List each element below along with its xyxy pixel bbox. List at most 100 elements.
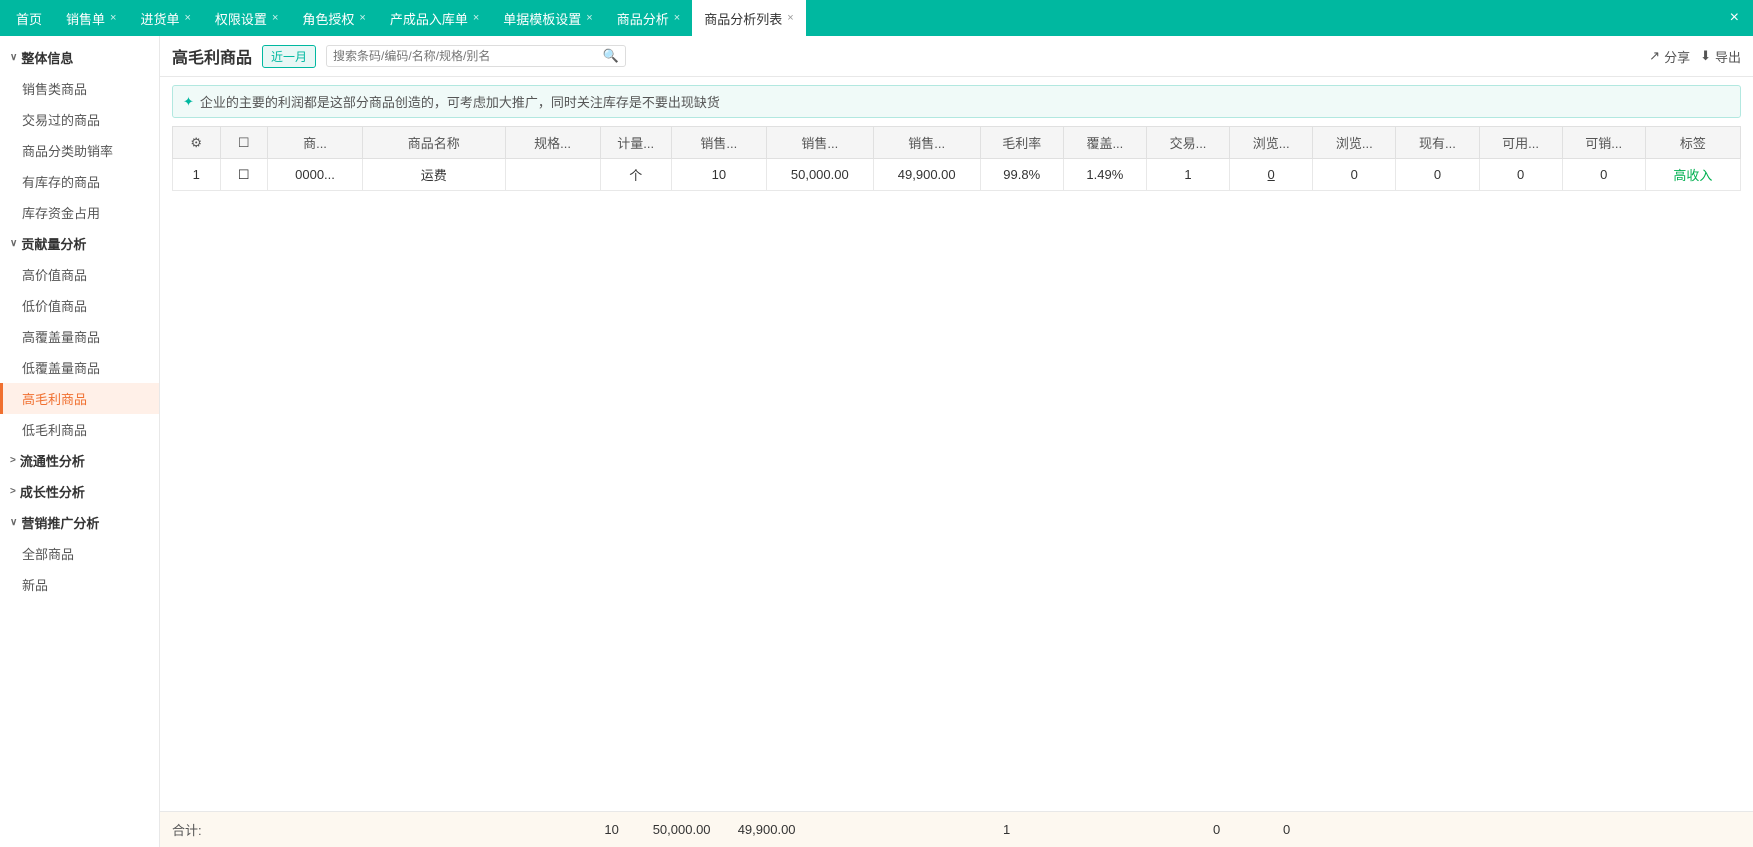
search-input[interactable] <box>333 49 603 63</box>
search-icon[interactable]: 🔍 <box>603 48 619 64</box>
nav-item-角色授权[interactable]: 角色授权× <box>290 0 377 36</box>
info-banner: ✦ 企业的主要的利润都是这部分商品创造的，可考虑加大推广，同时关注库存是不要出现… <box>172 85 1741 118</box>
nav-item-销售单[interactable]: 销售单× <box>54 0 128 36</box>
col-header-12[interactable]: 浏览... <box>1230 127 1313 159</box>
nav-item-权限设置[interactable]: 权限设置× <box>203 0 290 36</box>
nav-close-icon[interactable]: × <box>586 12 592 24</box>
footer-cell-12 <box>1112 822 1182 837</box>
nav-item-进货单[interactable]: 进货单× <box>128 0 202 36</box>
col-header-0[interactable]: ⚙ <box>173 127 221 159</box>
row-coverage: 1.49% <box>1063 159 1146 191</box>
sidebar-item-低毛利商品[interactable]: 低毛利商品 <box>0 414 159 445</box>
sidebar-item-销售类商品[interactable]: 销售类商品 <box>0 73 159 104</box>
col-header-6[interactable]: 销售... <box>671 127 766 159</box>
sidebar-item-新品[interactable]: 新品 <box>0 569 159 600</box>
col-header-15[interactable]: 可用... <box>1479 127 1562 159</box>
nav-close-all[interactable]: × <box>1720 9 1749 27</box>
nav-close-icon[interactable]: × <box>674 12 680 24</box>
footer-cell-5: 10 <box>582 822 642 837</box>
col-header-8[interactable]: 销售... <box>873 127 980 159</box>
share-button[interactable]: ↗ 分享 <box>1649 47 1690 66</box>
footer-cell-11 <box>1042 822 1112 837</box>
row-code: 0000... <box>268 159 363 191</box>
footer-cell-10: 1 <box>972 822 1042 837</box>
col-header-16[interactable]: 可销... <box>1562 127 1645 159</box>
col-header-9[interactable]: 毛利率 <box>980 127 1063 159</box>
footer-cell-2 <box>302 822 382 837</box>
footer-cell-7: 49,900.00 <box>722 822 812 837</box>
row-unit: 个 <box>600 159 671 191</box>
nav-close-icon[interactable]: × <box>473 12 479 24</box>
table-row: 1☐0000...运费个1050,000.0049,900.0099.8%1.4… <box>173 159 1741 191</box>
nav-close-icon[interactable]: × <box>272 12 278 24</box>
group-arrow-icon: > <box>10 455 16 466</box>
col-header-10[interactable]: 覆盖... <box>1063 127 1146 159</box>
nav-item-首页[interactable]: 首页 <box>4 0 54 36</box>
nav-item-商品分析列表[interactable]: 商品分析列表× <box>692 0 805 36</box>
col-header-2[interactable]: 商... <box>268 127 363 159</box>
sidebar-item-库存资金占用[interactable]: 库存资金占用 <box>0 197 159 228</box>
page-title: 高毛利商品 <box>172 44 252 68</box>
sidebar-item-高价值商品[interactable]: 高价值商品 <box>0 259 159 290</box>
content-area: 高毛利商品 近一月 🔍 ↗ 分享 ⬇ 导出 ✦ 企业的主要的利润都是这部分商品创… <box>160 36 1753 847</box>
col-header-3[interactable]: 商品名称 <box>363 127 506 159</box>
col-header-1[interactable]: ☐ <box>220 127 268 159</box>
sidebar-item-有库存的商品[interactable]: 有库存的商品 <box>0 166 159 197</box>
sidebar-item-低覆盖量商品[interactable]: 低覆盖量商品 <box>0 352 159 383</box>
col-header-7[interactable]: 销售... <box>766 127 873 159</box>
nav-item-单据模板设置[interactable]: 单据模板设置× <box>491 0 604 36</box>
sidebar-item-低价值商品[interactable]: 低价值商品 <box>0 290 159 321</box>
col-header-5[interactable]: 计量... <box>600 127 671 159</box>
nav-item-商品分析[interactable]: 商品分析× <box>605 0 692 36</box>
col-header-14[interactable]: 现有... <box>1396 127 1479 159</box>
footer-cell-14: 0 <box>1252 822 1322 837</box>
footer-bar: 合计: 1050,000.0049,900.00100 <box>160 811 1753 847</box>
row-checkbox[interactable]: ☐ <box>220 159 268 191</box>
footer-cell-3 <box>382 822 502 837</box>
nav-close-icon[interactable]: × <box>110 12 116 24</box>
sidebar-item-高毛利商品[interactable]: 高毛利商品 <box>0 383 159 414</box>
col-header-17[interactable]: 标签 <box>1645 127 1740 159</box>
row-browse1: 0 <box>1230 159 1313 191</box>
group-arrow-icon: ∨ <box>10 238 17 249</box>
footer-cell-6: 50,000.00 <box>642 822 722 837</box>
row-tag: 高收入 <box>1645 159 1740 191</box>
row-available: 0 <box>1479 159 1562 191</box>
sidebar-item-高覆盖量商品[interactable]: 高覆盖量商品 <box>0 321 159 352</box>
row-sales1: 10 <box>671 159 766 191</box>
table-body: 1☐0000...运费个1050,000.0049,900.0099.8%1.4… <box>173 159 1741 191</box>
col-header-4[interactable]: 规格... <box>505 127 600 159</box>
sidebar-group-整体信息[interactable]: ∨整体信息 <box>0 42 159 73</box>
nav-close-icon[interactable]: × <box>787 12 793 24</box>
sidebar-group-营销推广分析[interactable]: ∨营销推广分析 <box>0 507 159 538</box>
row-saleable: 0 <box>1562 159 1645 191</box>
footer-cell-8 <box>812 822 902 837</box>
export-button[interactable]: ⬇ 导出 <box>1700 47 1741 66</box>
table-container: ⚙☐商...商品名称规格...计量...销售...销售...销售...毛利率覆盖… <box>160 126 1753 811</box>
sidebar-item-商品分类助销率[interactable]: 商品分类助销率 <box>0 135 159 166</box>
export-icon: ⬇ <box>1700 48 1711 64</box>
footer-cell-16 <box>1392 822 1462 837</box>
sidebar-group-流通性分析[interactable]: >流通性分析 <box>0 445 159 476</box>
sidebar-group-成长性分析[interactable]: >成长性分析 <box>0 476 159 507</box>
group-arrow-icon: ∨ <box>10 517 17 528</box>
col-header-11[interactable]: 交易... <box>1146 127 1229 159</box>
group-arrow-icon: > <box>10 486 16 497</box>
nav-close-icon[interactable]: × <box>359 12 365 24</box>
footer-cell-13: 0 <box>1182 822 1252 837</box>
sidebar-item-交易过的商品[interactable]: 交易过的商品 <box>0 104 159 135</box>
nav-close-icon[interactable]: × <box>184 12 190 24</box>
col-header-13[interactable]: 浏览... <box>1313 127 1396 159</box>
footer-cell-4 <box>502 822 582 837</box>
data-table: ⚙☐商...商品名称规格...计量...销售...销售...销售...毛利率覆盖… <box>172 126 1741 191</box>
nav-item-产成品入库单[interactable]: 产成品入库单× <box>378 0 491 36</box>
filter-recent-month[interactable]: 近一月 <box>262 45 316 68</box>
row-browse2: 0 <box>1313 159 1396 191</box>
sidebar-item-全部商品[interactable]: 全部商品 <box>0 538 159 569</box>
sidebar-group-贡献量分析[interactable]: ∨贡献量分析 <box>0 228 159 259</box>
row-name: 运费 <box>363 159 506 191</box>
footer-cells: 1050,000.0049,900.00100 <box>222 822 1741 837</box>
info-icon: ✦ <box>183 94 194 110</box>
row-sales3: 49,900.00 <box>873 159 980 191</box>
row-index: 1 <box>173 159 221 191</box>
